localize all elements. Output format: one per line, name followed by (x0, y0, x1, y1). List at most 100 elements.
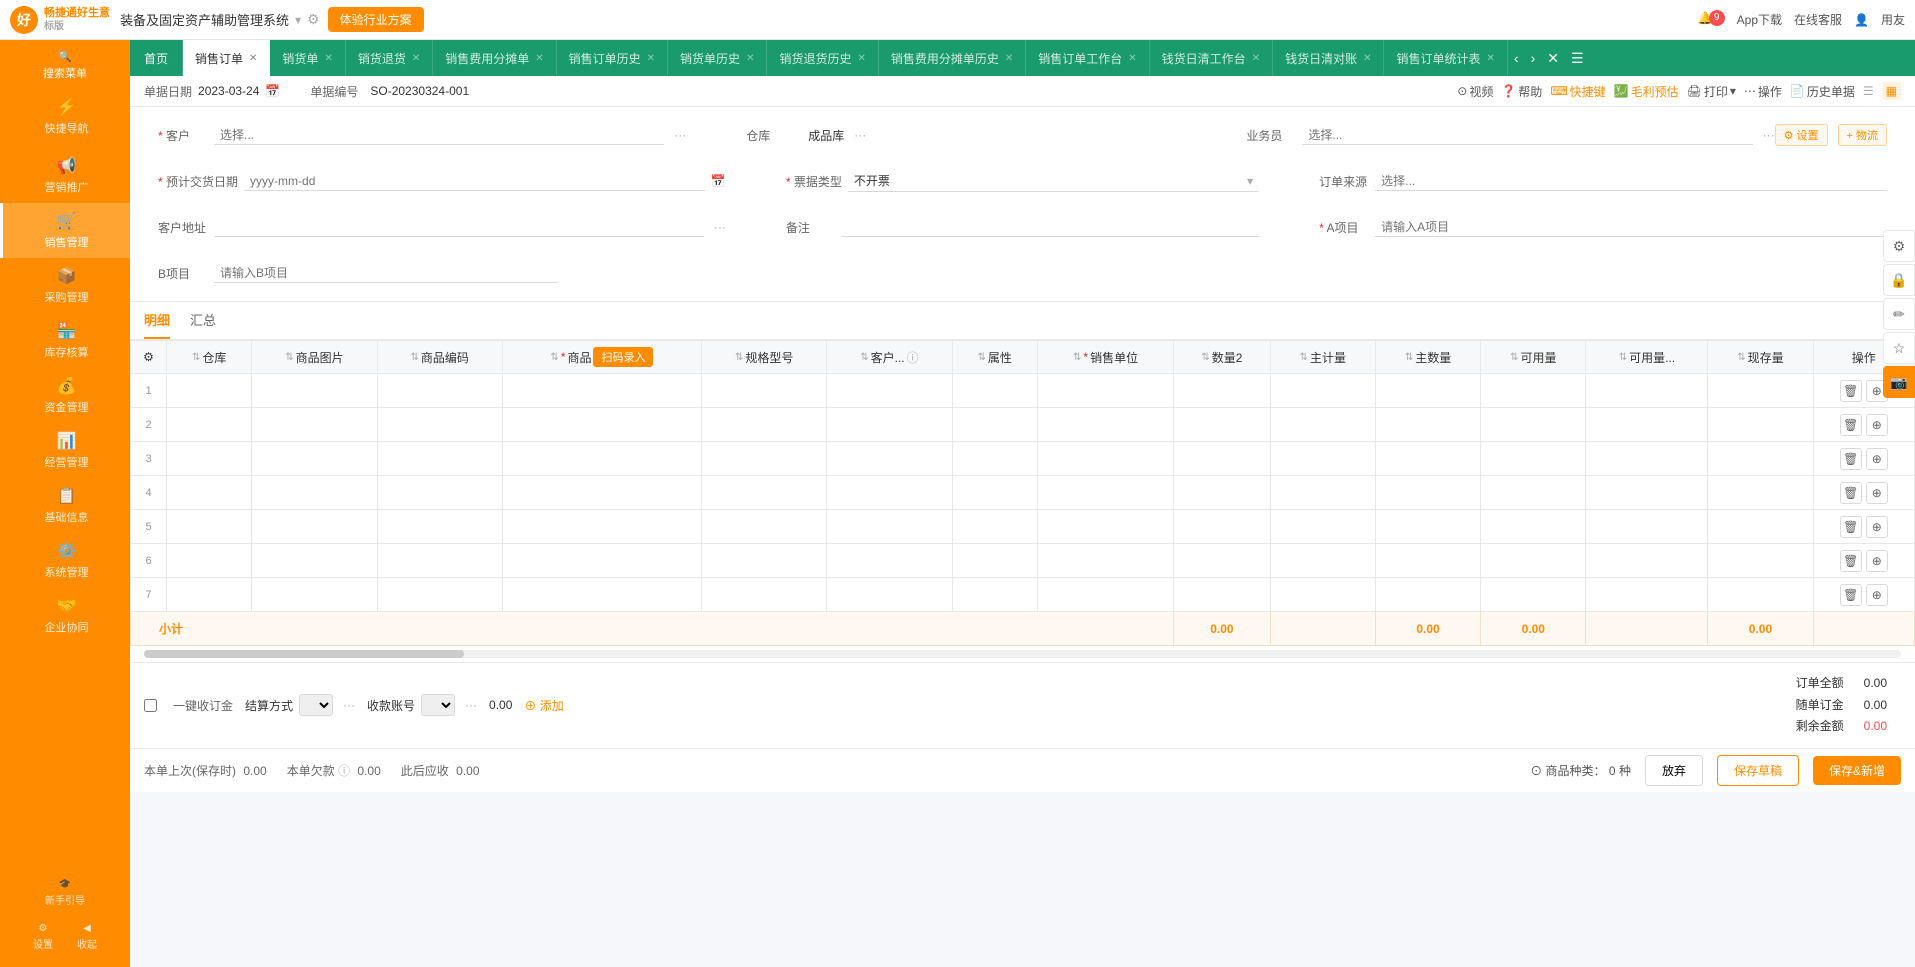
receipt-account-select[interactable] (421, 694, 455, 716)
row-3-unit[interactable] (1037, 442, 1173, 476)
row-3-image[interactable] (252, 442, 377, 476)
tab-return-history[interactable]: 销货退货历史 ✕ (767, 40, 878, 76)
user-avatar[interactable]: 👤 (1854, 13, 1869, 27)
row-4-goods[interactable] (502, 476, 701, 510)
warehouse-dots[interactable]: ··· (854, 128, 866, 142)
row-5-warehouse[interactable] (167, 510, 252, 544)
sidebar-item-inventory[interactable]: 🏪 库存核算 (0, 313, 130, 368)
collapse-sidebar[interactable]: ◀ 收起 (73, 919, 101, 955)
tab-fee-history[interactable]: 销售费用分摊单历史 ✕ (879, 40, 1026, 76)
sidebar-item-operations[interactable]: 📊 经营管理 (0, 423, 130, 478)
row-7-unit[interactable] (1037, 578, 1173, 612)
tab-order-workbench[interactable]: 销售订单工作台 ✕ (1026, 40, 1149, 76)
row-1-warehouse[interactable] (167, 374, 252, 408)
add-row-btn[interactable]: + 物流 (1838, 124, 1887, 146)
row-2-image[interactable] (252, 408, 377, 442)
row-5-delete[interactable]: 🗑 (1840, 516, 1862, 538)
right-panel-star[interactable]: ☆ (1883, 332, 1915, 364)
row-7-main-qty[interactable] (1375, 578, 1480, 612)
row-3-warehouse[interactable] (167, 442, 252, 476)
row-1-spec[interactable] (702, 374, 827, 408)
profit-btn[interactable]: 💹 毛利预估 (1614, 83, 1679, 100)
row-3-available-more[interactable] (1586, 442, 1708, 476)
customer-input[interactable] (214, 126, 664, 145)
row-2-goods[interactable] (502, 408, 701, 442)
row-7-available-more[interactable] (1586, 578, 1708, 612)
row-2-spec[interactable] (702, 408, 827, 442)
row-6-main-qty[interactable] (1375, 544, 1480, 578)
tab-sales-order[interactable]: 销售订单 ✕ (183, 40, 270, 76)
row-6-image[interactable] (252, 544, 377, 578)
row-7-stock[interactable] (1708, 578, 1813, 612)
right-panel-settings[interactable]: ⚙ (1883, 230, 1915, 262)
row-4-available[interactable] (1481, 476, 1586, 510)
row-7-spec[interactable] (702, 578, 827, 612)
search-menu[interactable]: 🔍 搜索菜单 (0, 40, 130, 89)
row-7-warehouse[interactable] (167, 578, 252, 612)
one-click-checkbox[interactable] (144, 699, 157, 712)
delivery-calendar-icon[interactable]: 📅 (711, 174, 726, 188)
row-6-unit[interactable] (1037, 544, 1173, 578)
row-5-main-unit[interactable] (1270, 510, 1375, 544)
sort-stock[interactable]: ⇅ (1737, 352, 1745, 363)
row-2-code[interactable] (377, 408, 502, 442)
help-btn[interactable]: ❓ 帮助 (1501, 83, 1542, 100)
a-project-input[interactable] (1375, 218, 1887, 237)
row-4-available-more[interactable] (1586, 476, 1708, 510)
remark-input[interactable] (842, 218, 1259, 237)
sort-attr[interactable]: ⇅ (978, 352, 986, 363)
row-3-qty2[interactable] (1174, 442, 1270, 476)
sidebar-item-system[interactable]: ⚙️ 系统管理 (0, 533, 130, 588)
row-6-warehouse[interactable] (167, 544, 252, 578)
goods-count-icon[interactable]: ⊙ (1530, 764, 1542, 778)
sort-goods[interactable]: ⇅ (550, 352, 558, 363)
tab-daily-reconcile[interactable]: 钱货日清对账 ✕ (1273, 40, 1384, 76)
staff-input[interactable] (1302, 126, 1752, 145)
close-tab-12[interactable]: ✕ (1487, 53, 1495, 64)
row-6-qty2[interactable] (1174, 544, 1270, 578)
trial-btn[interactable]: 体验行业方案 (328, 7, 424, 32)
online-service[interactable]: 在线客服 (1794, 11, 1842, 28)
receipt-dots[interactable]: ··· (465, 698, 477, 712)
row-5-goods[interactable] (502, 510, 701, 544)
row-1-customer-code[interactable] (827, 374, 952, 408)
sidebar-item-enterprise[interactable]: 🤝 企业协同 (0, 588, 130, 643)
row-6-attr[interactable] (952, 544, 1037, 578)
close-tab-sales-invoice[interactable]: ✕ (324, 53, 332, 64)
scan-btn[interactable]: 扫码录入 (593, 347, 653, 367)
view-toggle-grid[interactable]: ▦ (1882, 82, 1901, 100)
sort-warehouse[interactable]: ⇅ (192, 352, 200, 363)
operate-btn[interactable]: ⋯ 操作 (1744, 83, 1782, 100)
delivery-input[interactable] (244, 172, 705, 191)
tab-prev[interactable]: ‹ (1508, 50, 1525, 66)
view-btn[interactable]: ⊙ 视频 (1457, 83, 1493, 100)
row-5-image[interactable] (252, 510, 377, 544)
sidebar-item-sales[interactable]: 🛒 销售管理 (0, 203, 130, 258)
sort-available[interactable]: ⇅ (1510, 352, 1518, 363)
notification-bell[interactable]: 🔔9 (1698, 11, 1725, 28)
row-2-customer-code[interactable] (827, 408, 952, 442)
row-1-delete[interactable]: 🗑 (1840, 380, 1862, 402)
row-2-delete[interactable]: 🗑 (1840, 414, 1862, 436)
row-2-stock[interactable] (1708, 408, 1813, 442)
row-3-main-qty[interactable] (1375, 442, 1480, 476)
row-3-spec[interactable] (702, 442, 827, 476)
tab-daily-workbench[interactable]: 钱货日清工作台 ✕ (1150, 40, 1273, 76)
row-5-available-more[interactable] (1586, 510, 1708, 544)
print-btn[interactable]: 🖨 打印 ▾ (1687, 83, 1736, 100)
row-5-stock[interactable] (1708, 510, 1813, 544)
sort-image[interactable]: ⇅ (285, 352, 293, 363)
row-4-main-unit[interactable] (1270, 476, 1375, 510)
row-3-delete[interactable]: 🗑 (1840, 448, 1862, 470)
row-3-code[interactable] (377, 442, 502, 476)
row-4-spec[interactable] (702, 476, 827, 510)
right-panel-camera[interactable]: 📷 (1883, 366, 1915, 398)
row-7-available[interactable] (1481, 578, 1586, 612)
row-4-attr[interactable] (952, 476, 1037, 510)
row-4-copy[interactable]: ⊕ (1866, 482, 1888, 504)
save-new-btn[interactable]: 保存&新增 (1813, 756, 1901, 785)
sidebar-item-purchase[interactable]: 📦 采购管理 (0, 258, 130, 313)
row-4-delete[interactable]: 🗑 (1840, 482, 1862, 504)
row-5-spec[interactable] (702, 510, 827, 544)
tab-home[interactable]: 首页 (130, 40, 183, 76)
